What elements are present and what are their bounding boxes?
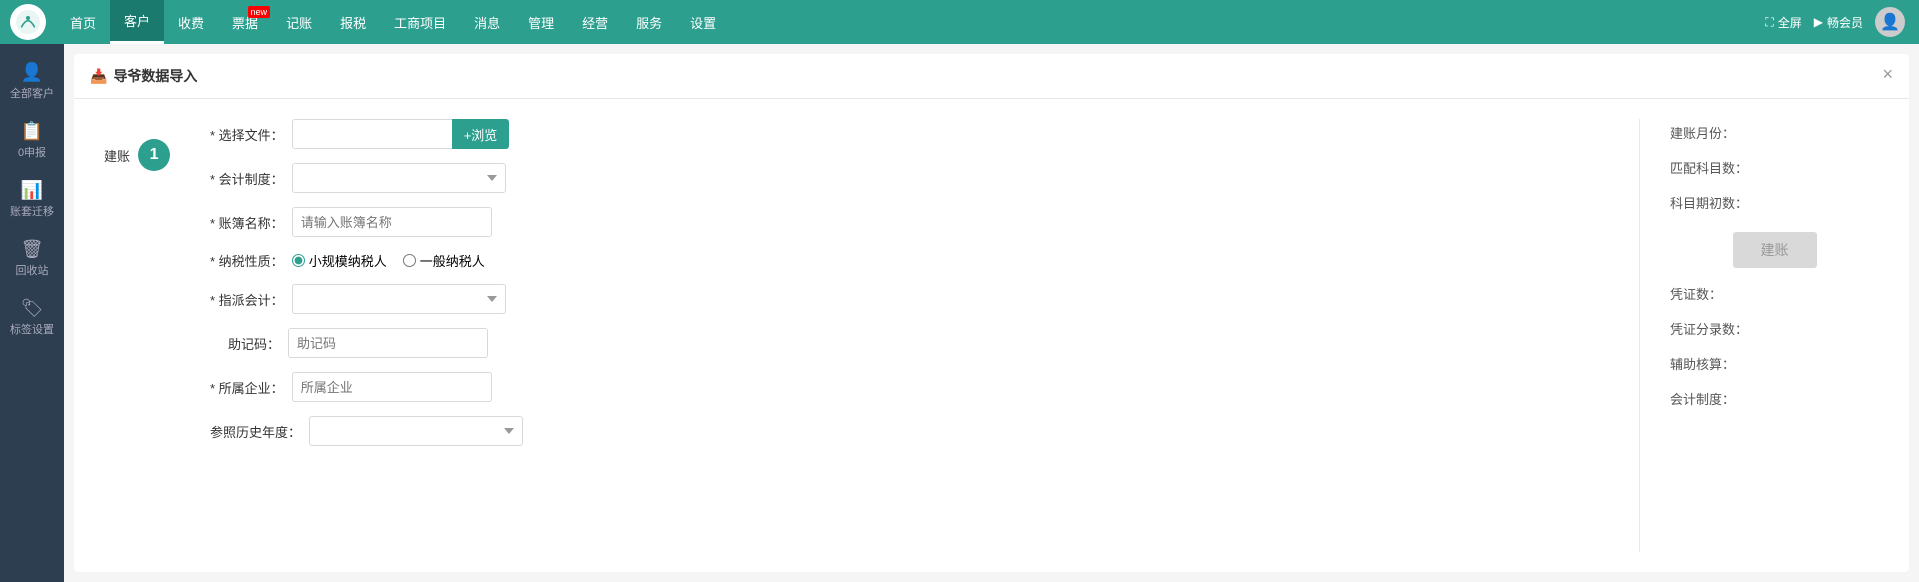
history-year-label: 参照历史年度： (210, 422, 301, 441)
tax-type-label: * 纳税性质： (210, 251, 284, 270)
period-initial-row: 科目期初数： (1670, 193, 1879, 212)
modal-title-icon: 📥 (90, 68, 107, 85)
nav-item-invoice[interactable]: 票据 new (218, 0, 272, 44)
nav-item-tax[interactable]: 报税 (326, 0, 380, 44)
voucher-records-label: 凭证分录数： (1670, 319, 1748, 338)
build-month-label: 建账月份： (1670, 123, 1735, 142)
nav-item-bookkeeping[interactable]: 记账 (272, 0, 326, 44)
tax-radio-small[interactable] (292, 254, 305, 267)
right-info-section: 建账月份： 匹配科目数： 科目期初数： 建账 凭证数： (1639, 119, 1879, 552)
form-section: * 选择文件： +浏览 * 会计制度： (210, 119, 1599, 552)
memo-code-label: 助记码： (210, 334, 280, 353)
fullscreen-icon: ⛶ (1765, 15, 1773, 30)
top-navigation: 首页 客户 收费 票据 new 记账 报税 工商项目 消息 管理 经营 服务 设… (0, 0, 1919, 44)
nav-right: ⛶ 全屏 ▶ 畅会员 👤 (1765, 7, 1919, 37)
period-initial-label: 科目期初数： (1670, 193, 1748, 212)
voucher-records-row: 凭证分录数： (1670, 319, 1879, 338)
nav-item-message[interactable]: 消息 (460, 0, 514, 44)
all-clients-icon: 👤 (21, 62, 43, 83)
nav-item-settings[interactable]: 设置 (676, 0, 730, 44)
memo-code-input[interactable] (288, 328, 488, 358)
tax-option-small[interactable]: 小规模纳税人 (292, 251, 387, 270)
tax-option-general[interactable]: 一般纳税人 (403, 251, 485, 270)
history-year-row: 参照历史年度： (210, 416, 1599, 446)
trash-icon: 🗑 (21, 239, 44, 260)
company-label: * 所属企业： (210, 378, 284, 397)
sidebar-item-tags[interactable]: 🏷 标签设置 (0, 290, 64, 345)
modal-header: 📥 导爷数据导入 × (74, 54, 1909, 99)
nav-item-service[interactable]: 服务 (622, 0, 676, 44)
nav-item-client[interactable]: 客户 (110, 0, 164, 44)
step-circle: 1 (138, 139, 170, 171)
accountant-label: * 指派会计： (210, 290, 284, 309)
history-year-select[interactable] (309, 416, 523, 446)
file-label: * 选择文件： (210, 125, 284, 144)
nav-item-manage[interactable]: 管理 (514, 0, 568, 44)
modal-title: 📥 导爷数据导入 (90, 66, 197, 86)
build-button[interactable]: 建账 (1733, 232, 1817, 268)
main-content: 📥 导爷数据导入 × 建账 1 * 选择文件 (64, 44, 1919, 582)
aux-accounting-label: 辅助核算： (1670, 354, 1735, 373)
nav-item-operation[interactable]: 经营 (568, 0, 622, 44)
match-subjects-row: 匹配科目数： (1670, 158, 1879, 177)
new-badge: new (248, 6, 271, 18)
accounting-system-info-row: 会计制度： (1670, 389, 1879, 408)
aux-accounting-row: 辅助核算： (1670, 354, 1879, 373)
tax-radio-group: 小规模纳税人 一般纳税人 (292, 251, 485, 270)
migration-icon: 📊 (21, 180, 43, 201)
nav-item-bizproject[interactable]: 工商项目 (380, 0, 460, 44)
file-input[interactable] (292, 119, 452, 149)
tax-radio-general[interactable] (403, 254, 416, 267)
avatar[interactable]: 👤 (1875, 7, 1905, 37)
voucher-count-row: 凭证数： (1670, 284, 1879, 303)
company-input[interactable] (292, 372, 492, 402)
sidebar-item-migration[interactable]: 📊 账套迁移 (0, 172, 64, 227)
accounting-system-row: * 会计制度： (210, 163, 1599, 193)
ledger-name-input[interactable] (292, 207, 492, 237)
build-month-row: 建账月份： (1670, 123, 1879, 142)
fullscreen-button[interactable]: ⛶ 全屏 (1765, 14, 1801, 31)
file-input-group: +浏览 (292, 119, 510, 149)
declaration-icon: 📋 (21, 121, 43, 142)
match-subjects-label: 匹配科目数： (1670, 158, 1748, 177)
member-icon: ▶ (1814, 15, 1823, 29)
tags-icon: 🏷 (21, 298, 44, 319)
step-container: 建账 1 (104, 139, 170, 171)
ledger-name-label: * 账簿名称： (210, 213, 284, 232)
accounting-system-label: * 会计制度： (210, 169, 284, 188)
member-button[interactable]: ▶ 畅会员 (1814, 14, 1863, 31)
logo (10, 4, 46, 40)
accountant-row: * 指派会计： (210, 284, 1599, 314)
sidebar-item-all-clients[interactable]: 👤 全部客户 (0, 54, 64, 109)
modal-panel: 📥 导爷数据导入 × 建账 1 * 选择文件 (74, 54, 1909, 572)
modal-body: 建账 1 * 选择文件： +浏览 (74, 99, 1909, 572)
accounting-system-info-label: 会计制度： (1670, 389, 1735, 408)
step-label: 建账 (104, 146, 130, 165)
accountant-select[interactable] (292, 284, 506, 314)
company-row: * 所属企业： (210, 372, 1599, 402)
nav-items: 首页 客户 收费 票据 new 记账 报税 工商项目 消息 管理 经营 服务 设… (56, 0, 1765, 44)
browse-button[interactable]: +浏览 (452, 119, 510, 149)
nav-item-home[interactable]: 首页 (56, 0, 110, 44)
sidebar: 👤 全部客户 📋 0申报 📊 账套迁移 🗑 回收站 🏷 标签设置 (0, 44, 64, 582)
accounting-system-select[interactable] (292, 163, 506, 193)
step-section: 建账 1 (104, 119, 170, 552)
voucher-count-label: 凭证数： (1670, 284, 1722, 303)
memo-code-row: 助记码： (210, 328, 1599, 358)
main-layout: 👤 全部客户 📋 0申报 📊 账套迁移 🗑 回收站 🏷 标签设置 📥 导爷 (0, 44, 1919, 582)
tax-type-row: * 纳税性质： 小规模纳税人 一般纳税人 (210, 251, 1599, 270)
nav-item-billing[interactable]: 收费 (164, 0, 218, 44)
file-row: * 选择文件： +浏览 (210, 119, 1599, 149)
sidebar-item-trash[interactable]: 🗑 回收站 (0, 231, 64, 286)
ledger-name-row: * 账簿名称： (210, 207, 1599, 237)
close-button[interactable]: × (1882, 64, 1893, 85)
sidebar-item-declaration[interactable]: 📋 0申报 (0, 113, 64, 168)
